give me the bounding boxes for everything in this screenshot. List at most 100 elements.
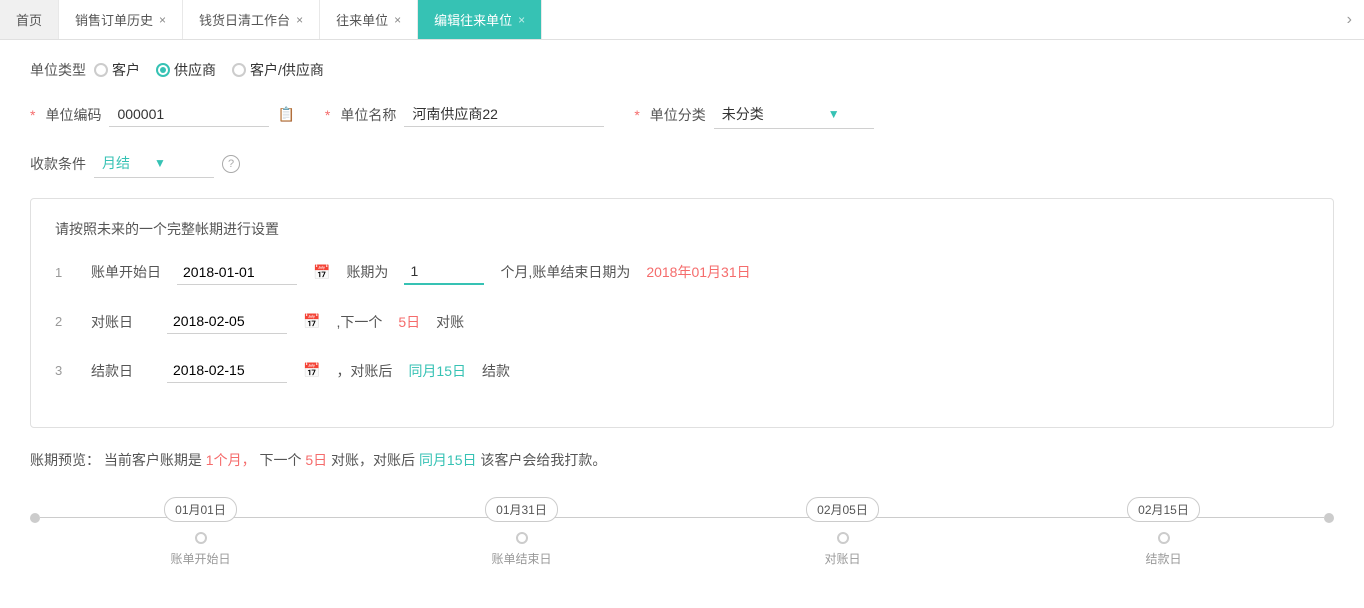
- period-row-1-num: 1: [55, 265, 75, 280]
- help-icon-text: ?: [228, 158, 234, 170]
- tabs-bar: 首页 销售订单历史 × 钱货日清工作台 × 往来单位 × 编辑往来单位 × ›: [0, 0, 1364, 40]
- timeline-dot-3: [837, 532, 849, 544]
- period-row-2-suffix-pre: ,下一个: [336, 312, 382, 332]
- period-payment-date-input[interactable]: [167, 358, 287, 383]
- unit-category-label: 单位分类: [650, 105, 706, 125]
- timeline-node-3: 02月05日 对账日: [682, 497, 1003, 567]
- unit-category-field: * 单位分类 未分类 ▼: [634, 100, 873, 129]
- tab-sales-history[interactable]: 销售订单历史 ×: [59, 0, 183, 39]
- period-row-2: 2 对账日 📅 ,下一个 5日 对账: [55, 309, 1309, 334]
- period-reconcile-calendar-icon[interactable]: 📅: [303, 313, 320, 330]
- period-row-3-suffix-pre: ，对账后: [336, 361, 392, 381]
- unit-code-field: * 单位编码 📋: [30, 102, 295, 127]
- preview-label: 账期预览：: [30, 452, 100, 468]
- timeline-node-4: 02月15日 结款日: [1003, 497, 1324, 567]
- unit-name-input[interactable]: [404, 102, 604, 127]
- help-icon[interactable]: ?: [222, 155, 240, 173]
- unit-code-calendar-icon[interactable]: 📋: [277, 106, 294, 123]
- tabs-arrow[interactable]: ›: [1335, 11, 1364, 29]
- radio-supplier-circle: [156, 63, 170, 77]
- tab-sales-history-close[interactable]: ×: [159, 13, 166, 27]
- radio-supplier-label: 供应商: [174, 60, 216, 80]
- preview-text3: 对账，对账后: [331, 452, 415, 468]
- tab-edit-unit[interactable]: 编辑往来单位 ×: [418, 0, 542, 39]
- timeline-badge-1: 01月01日: [164, 497, 237, 522]
- tab-units-close[interactable]: ×: [394, 13, 401, 27]
- period-row-3-suffix-post: 结款: [482, 361, 510, 381]
- unit-code-required: *: [30, 107, 35, 123]
- unit-code-input[interactable]: [109, 102, 269, 127]
- unit-type-label: 单位类型: [30, 60, 86, 80]
- payment-terms-row: 收款条件 月结 ▼ ?: [30, 149, 1334, 178]
- tab-units-label: 往来单位: [336, 10, 388, 29]
- radio-customer-label: 客户: [112, 60, 140, 80]
- category-dropdown-icon: ▼: [828, 107, 840, 121]
- period-row-2-num: 2: [55, 314, 75, 329]
- preview-text2: 下一个: [259, 452, 301, 468]
- payment-terms-dropdown-icon: ▼: [154, 156, 166, 170]
- payment-terms-label: 收款条件: [30, 154, 86, 174]
- unit-name-field: * 单位名称: [325, 102, 604, 127]
- preview-text4: 该客户会给我打款。: [480, 452, 606, 468]
- preview-text: 账期预览： 当前客户账期是 1个月， 下一个 5日 对账，对账后 同月15日 该…: [30, 448, 1334, 473]
- unit-category-select[interactable]: 未分类 ▼: [714, 100, 874, 129]
- timeline-badge-2: 01月31日: [485, 497, 558, 522]
- tab-cash-ledger-label: 钱货日清工作台: [199, 10, 290, 29]
- period-row-2-label: 对账日: [91, 312, 151, 332]
- tab-home[interactable]: 首页: [0, 0, 59, 39]
- unit-type-row: 单位类型 客户 供应商 客户/供应商: [30, 60, 1334, 80]
- payment-terms-value: 月结: [102, 153, 130, 173]
- timeline-dot-1: [195, 532, 207, 544]
- timeline-label-4: 结款日: [1145, 550, 1181, 567]
- tab-cash-ledger[interactable]: 钱货日清工作台 ×: [183, 0, 320, 39]
- payment-terms-select[interactable]: 月结 ▼: [94, 149, 214, 178]
- timeline-label-2: 账单结束日: [491, 550, 551, 567]
- radio-both-label: 客户/供应商: [250, 60, 324, 80]
- preview-highlight3: 同月15日: [419, 452, 477, 468]
- preview-highlight1: 1个月，: [206, 452, 256, 468]
- timeline-badge-4: 02月15日: [1127, 497, 1200, 522]
- period-title: 请按照未来的一个完整帐期进行设置: [55, 219, 1309, 239]
- tab-units[interactable]: 往来单位 ×: [320, 0, 418, 39]
- radio-both[interactable]: 客户/供应商: [232, 60, 324, 80]
- period-row-3-highlight: 同月15日: [408, 361, 466, 381]
- tab-edit-unit-label: 编辑往来单位: [434, 10, 512, 29]
- period-row-1-suffix-post: 个月,账单结束日期为: [500, 262, 630, 282]
- unit-name-label: 单位名称: [340, 105, 396, 125]
- radio-supplier[interactable]: 供应商: [156, 60, 216, 80]
- period-row-1-label: 账单开始日: [91, 262, 161, 282]
- unit-type-field: 单位类型 客户 供应商 客户/供应商: [30, 60, 324, 80]
- period-month-input[interactable]: [404, 259, 484, 285]
- timeline-dot-2: [516, 532, 528, 544]
- tab-edit-unit-close[interactable]: ×: [518, 13, 525, 27]
- period-row-2-suffix-post: 对账: [436, 312, 464, 332]
- timeline-node-2: 01月31日 账单结束日: [361, 497, 682, 567]
- tab-home-label: 首页: [16, 10, 42, 29]
- radio-customer-circle: [94, 63, 108, 77]
- period-row-1-suffix-pre: 账期为: [346, 262, 388, 282]
- period-reconcile-date-input[interactable]: [167, 309, 287, 334]
- preview-text-pre: 当前客户账期是: [104, 452, 202, 468]
- timeline-dot-4: [1158, 532, 1170, 544]
- unit-name-required: *: [325, 107, 330, 123]
- timeline-label-1: 账单开始日: [170, 550, 230, 567]
- period-row-3-label: 结款日: [91, 361, 151, 381]
- tab-sales-history-label: 销售订单历史: [75, 10, 153, 29]
- period-row-1-highlight: 2018年01月31日: [646, 262, 750, 282]
- period-start-date-input[interactable]: [177, 260, 297, 285]
- period-row-1: 1 账单开始日 📅 账期为 个月,账单结束日期为 2018年01月31日: [55, 259, 1309, 285]
- preview-highlight2: 5日: [305, 452, 327, 468]
- timeline-node-1: 01月01日 账单开始日: [40, 497, 361, 567]
- period-row-2-highlight: 5日: [398, 312, 420, 332]
- payment-terms-field: 收款条件 月结 ▼ ?: [30, 149, 240, 178]
- period-start-calendar-icon[interactable]: 📅: [313, 264, 330, 281]
- unit-code-label: 单位编码: [45, 105, 101, 125]
- tab-cash-ledger-close[interactable]: ×: [296, 13, 303, 27]
- radio-both-circle: [232, 63, 246, 77]
- period-row-3: 3 结款日 📅 ，对账后 同月15日 结款: [55, 358, 1309, 383]
- radio-customer[interactable]: 客户: [94, 60, 140, 80]
- unit-info-row: * 单位编码 📋 * 单位名称 * 单位分类 未分类 ▼: [30, 100, 1334, 129]
- period-payment-calendar-icon[interactable]: 📅: [303, 362, 320, 379]
- preview-section: 账期预览： 当前客户账期是 1个月， 下一个 5日 对账，对账后 同月15日 该…: [30, 448, 1334, 567]
- timeline-label-3: 对账日: [824, 550, 860, 567]
